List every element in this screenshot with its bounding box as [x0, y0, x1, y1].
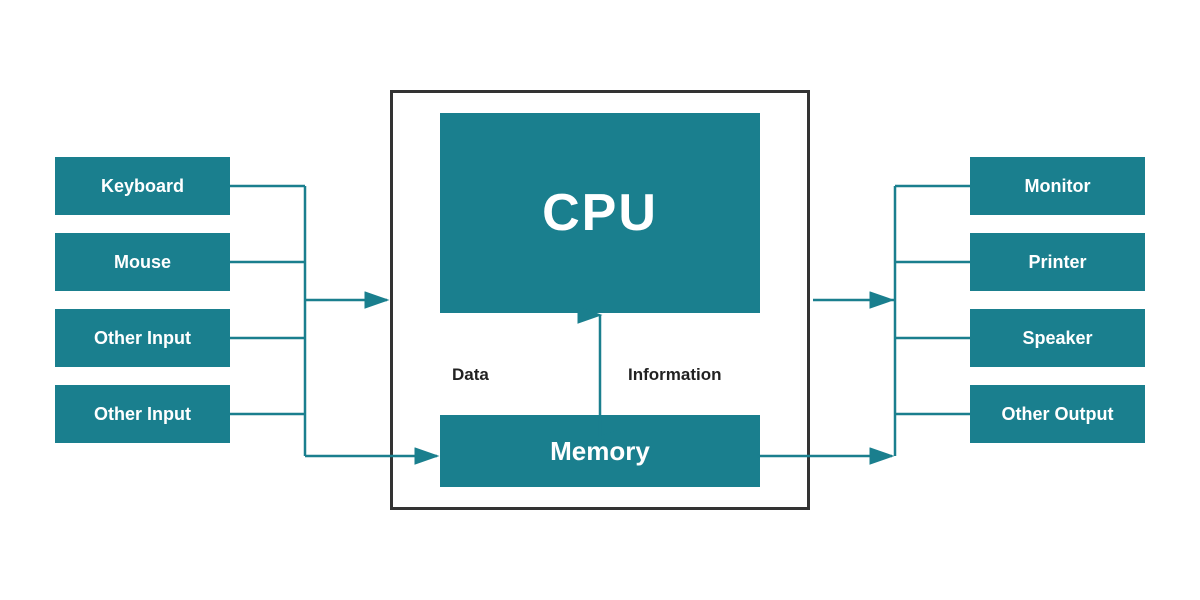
other-output-label: Other Output [1002, 404, 1114, 425]
memory-label: Memory [550, 436, 650, 467]
mouse-label: Mouse [114, 252, 171, 273]
cpu-box: CPU [440, 113, 760, 313]
printer-box: Printer [970, 233, 1145, 291]
diagram-container: Keyboard Mouse Other Input Other Input M… [0, 0, 1200, 600]
speaker-label: Speaker [1022, 328, 1092, 349]
printer-label: Printer [1028, 252, 1086, 273]
monitor-label: Monitor [1025, 176, 1091, 197]
speaker-box: Speaker [970, 309, 1145, 367]
center-panel: CPU Memory [390, 90, 810, 510]
cpu-label: CPU [542, 183, 658, 243]
right-devices-panel: Monitor Printer Speaker Other Output [970, 157, 1145, 443]
other-input-2-box: Other Input [55, 385, 230, 443]
information-label: Information [628, 365, 722, 385]
left-devices-panel: Keyboard Mouse Other Input Other Input [55, 157, 230, 443]
keyboard-box: Keyboard [55, 157, 230, 215]
other-output-box: Other Output [970, 385, 1145, 443]
other-input-2-label: Other Input [94, 404, 191, 425]
monitor-box: Monitor [970, 157, 1145, 215]
data-label: Data [452, 365, 489, 385]
memory-box: Memory [440, 415, 760, 487]
keyboard-label: Keyboard [101, 176, 184, 197]
mouse-box: Mouse [55, 233, 230, 291]
other-input-1-label: Other Input [94, 328, 191, 349]
other-input-1-box: Other Input [55, 309, 230, 367]
